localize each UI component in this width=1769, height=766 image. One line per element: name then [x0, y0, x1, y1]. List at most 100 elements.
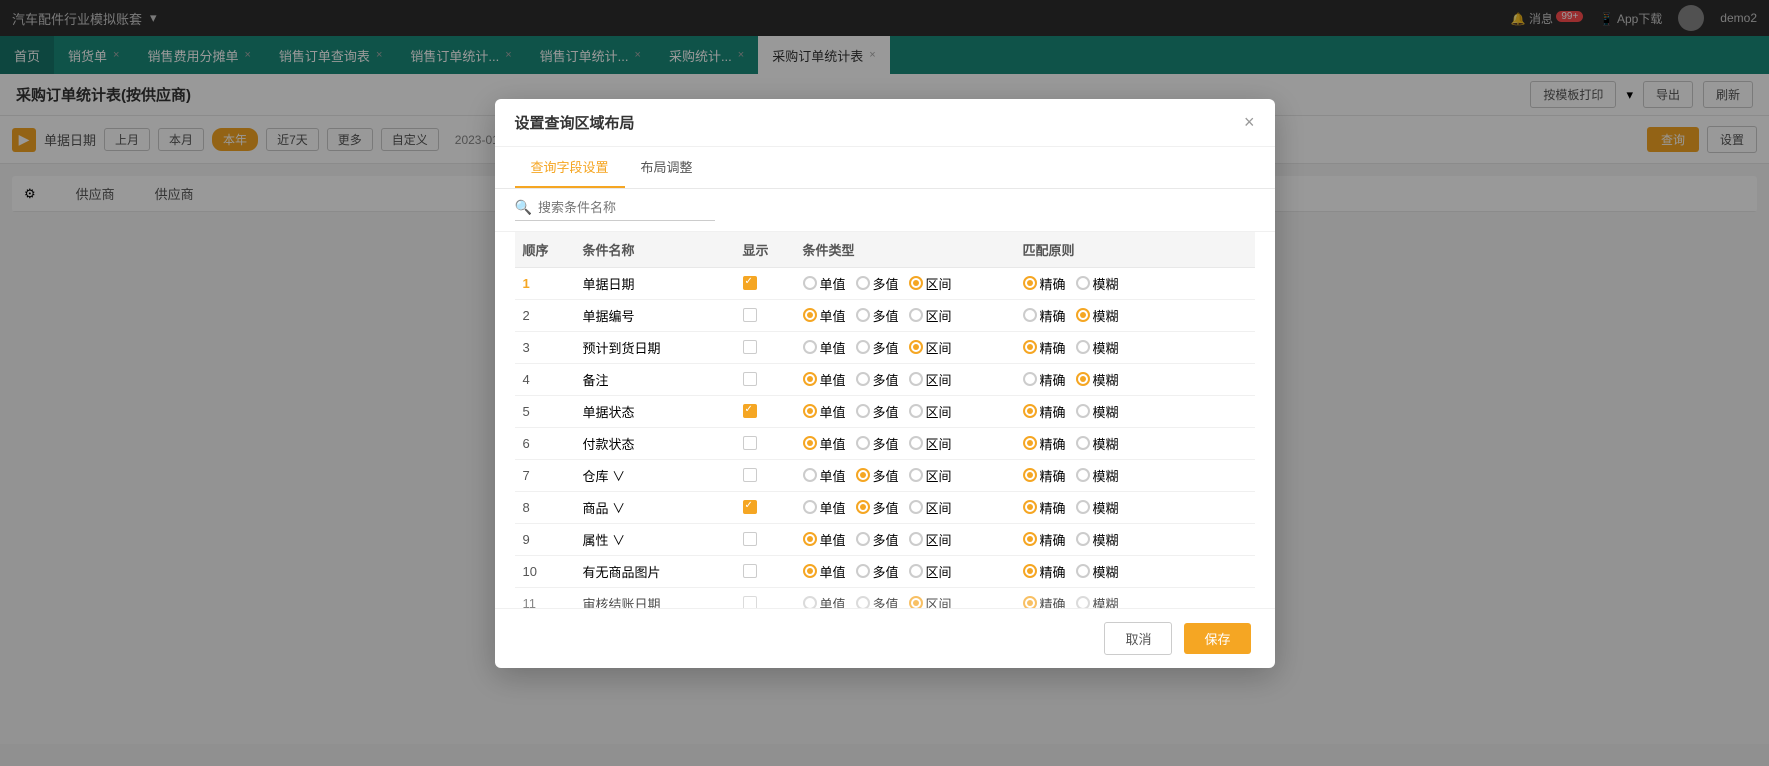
dialog-tab-layout[interactable]: 布局调整 — [625, 147, 709, 188]
type-single[interactable]: 单值 — [803, 338, 846, 357]
radio-circle — [909, 468, 923, 482]
type-single[interactable]: 单值 — [803, 466, 846, 485]
match-fuzzy[interactable]: 模糊 — [1076, 338, 1119, 357]
type-single[interactable]: 单值 — [803, 594, 846, 608]
match-exact[interactable]: 精确 — [1023, 338, 1066, 357]
match-exact[interactable]: 精确 — [1023, 370, 1066, 389]
checkbox[interactable] — [743, 308, 757, 322]
checkbox[interactable] — [743, 436, 757, 450]
cancel-button[interactable]: 取消 — [1104, 622, 1172, 655]
checkbox[interactable] — [743, 468, 757, 482]
table-row: 8 商品 ∨ 单值 多值 区间 精确 模糊 — [515, 492, 1255, 524]
save-button[interactable]: 保存 — [1184, 623, 1250, 654]
row-match: 精确 模糊 — [1015, 402, 1215, 421]
row-match: 精确 模糊 — [1015, 306, 1215, 325]
row-display[interactable] — [735, 596, 795, 608]
radio-circle — [909, 372, 923, 386]
type-multi[interactable]: 多值 — [856, 274, 899, 293]
row-display[interactable] — [735, 404, 795, 418]
type-range[interactable]: 区间 — [909, 338, 952, 357]
match-exact[interactable]: 精确 — [1023, 498, 1066, 517]
match-fuzzy[interactable]: 模糊 — [1076, 402, 1119, 421]
type-range[interactable]: 区间 — [909, 274, 952, 293]
type-single[interactable]: 单值 — [803, 498, 846, 517]
match-fuzzy[interactable]: 模糊 — [1076, 530, 1119, 549]
type-range[interactable]: 区间 — [909, 498, 952, 517]
type-single[interactable]: 单值 — [803, 434, 846, 453]
checkbox[interactable] — [743, 340, 757, 354]
match-fuzzy[interactable]: 模糊 — [1076, 434, 1119, 453]
row-display[interactable] — [735, 500, 795, 514]
type-multi[interactable]: 多值 — [856, 530, 899, 549]
radio-circle — [1023, 276, 1037, 290]
table-row: 10 有无商品图片 单值 多值 区间 精确 模糊 — [515, 556, 1255, 588]
match-exact[interactable]: 精确 — [1023, 402, 1066, 421]
type-single[interactable]: 单值 — [803, 306, 846, 325]
type-multi[interactable]: 多值 — [856, 466, 899, 485]
type-multi[interactable]: 多值 — [856, 338, 899, 357]
type-multi[interactable]: 多值 — [856, 498, 899, 517]
row-display[interactable] — [735, 308, 795, 322]
match-exact[interactable]: 精确 — [1023, 594, 1066, 608]
type-range[interactable]: 区间 — [909, 434, 952, 453]
type-multi[interactable]: 多值 — [856, 562, 899, 581]
row-display[interactable] — [735, 436, 795, 450]
match-exact[interactable]: 精确 — [1023, 466, 1066, 485]
type-single[interactable]: 单值 — [803, 530, 846, 549]
match-exact[interactable]: 精确 — [1023, 274, 1066, 293]
type-single[interactable]: 单值 — [803, 562, 846, 581]
match-fuzzy[interactable]: 模糊 — [1076, 562, 1119, 581]
row-name: 商品 ∨ — [575, 498, 735, 517]
dialog-close-button[interactable]: × — [1244, 112, 1255, 133]
type-range[interactable]: 区间 — [909, 466, 952, 485]
checkbox[interactable] — [743, 276, 757, 290]
table-row: 5 单据状态 单值 多值 区间 精确 模糊 — [515, 396, 1255, 428]
match-fuzzy[interactable]: 模糊 — [1076, 466, 1119, 485]
radio-circle — [909, 340, 923, 354]
search-input[interactable] — [538, 200, 698, 215]
checkbox[interactable] — [743, 500, 757, 514]
row-display[interactable] — [735, 532, 795, 546]
match-fuzzy[interactable]: 模糊 — [1076, 274, 1119, 293]
type-range[interactable]: 区间 — [909, 306, 952, 325]
radio-circle — [803, 340, 817, 354]
row-name: 属性 ∨ — [575, 530, 735, 549]
match-fuzzy[interactable]: 模糊 — [1076, 370, 1119, 389]
type-single[interactable]: 单值 — [803, 274, 846, 293]
type-range[interactable]: 区间 — [909, 562, 952, 581]
row-display[interactable] — [735, 276, 795, 290]
radio-circle — [1023, 436, 1037, 450]
row-display[interactable] — [735, 468, 795, 482]
type-multi[interactable]: 多值 — [856, 306, 899, 325]
type-range[interactable]: 区间 — [909, 402, 952, 421]
type-range[interactable]: 区间 — [909, 530, 952, 549]
match-exact[interactable]: 精确 — [1023, 530, 1066, 549]
type-single[interactable]: 单值 — [803, 402, 846, 421]
checkbox[interactable] — [743, 532, 757, 546]
checkbox[interactable] — [743, 596, 757, 608]
row-display[interactable] — [735, 564, 795, 578]
match-exact[interactable]: 精确 — [1023, 562, 1066, 581]
checkbox[interactable] — [743, 372, 757, 386]
type-multi[interactable]: 多值 — [856, 594, 899, 608]
type-single[interactable]: 单值 — [803, 370, 846, 389]
type-range[interactable]: 区间 — [909, 594, 952, 608]
row-type: 单值 多值 区间 — [795, 594, 1015, 608]
type-multi[interactable]: 多值 — [856, 434, 899, 453]
checkbox[interactable] — [743, 564, 757, 578]
match-fuzzy[interactable]: 模糊 — [1076, 306, 1119, 325]
match-exact[interactable]: 精确 — [1023, 434, 1066, 453]
type-range[interactable]: 区间 — [909, 370, 952, 389]
dialog-tab-query[interactable]: 查询字段设置 — [515, 147, 625, 188]
match-exact[interactable]: 精确 — [1023, 306, 1066, 325]
match-fuzzy[interactable]: 模糊 — [1076, 594, 1119, 608]
match-fuzzy[interactable]: 模糊 — [1076, 498, 1119, 517]
type-multi[interactable]: 多值 — [856, 370, 899, 389]
type-multi[interactable]: 多值 — [856, 402, 899, 421]
row-display[interactable] — [735, 372, 795, 386]
radio-circle — [803, 276, 817, 290]
table-row: 6 付款状态 单值 多值 区间 精确 模糊 — [515, 428, 1255, 460]
radio-circle — [1023, 596, 1037, 608]
checkbox[interactable] — [743, 404, 757, 418]
row-display[interactable] — [735, 340, 795, 354]
